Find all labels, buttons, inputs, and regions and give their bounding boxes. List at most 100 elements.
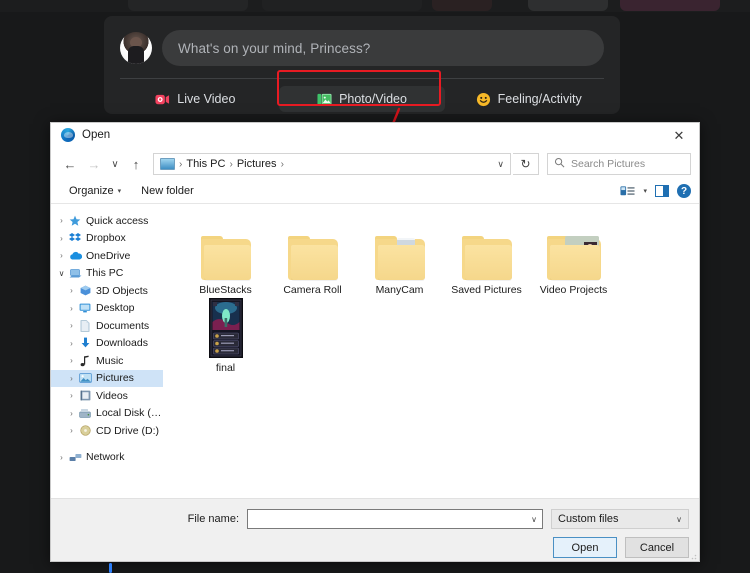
chevron-right-icon[interactable]: › [65, 321, 78, 330]
chevron-right-icon[interactable]: › [65, 356, 78, 365]
tree-item-3d-objects[interactable]: › 3D Objects [51, 282, 163, 300]
tree-item-label: Music [96, 354, 124, 367]
tree-item-label: This PC [86, 267, 124, 280]
search-icon [554, 157, 565, 171]
tree-item-label: Dropbox [86, 232, 126, 245]
open-file-dialog: Open ✕ ← → ∨ ↑ › This PC › Pictures › ∨ … [50, 122, 700, 562]
file-list-pane[interactable]: BlueStacks Camera Roll ManyCam Saved Pic… [164, 204, 699, 499]
chevron-right-icon[interactable]: › [65, 374, 78, 383]
folder-icon-with-preview [374, 218, 425, 280]
breadcrumb-item-this-pc[interactable]: This PC [186, 158, 225, 170]
avatar[interactable] [120, 32, 152, 64]
edge-browser-icon [61, 128, 75, 142]
chevron-right-icon[interactable]: › [65, 426, 78, 435]
forward-button[interactable]: → [83, 153, 105, 175]
help-label: ? [677, 184, 691, 198]
resize-grip[interactable] [687, 550, 697, 560]
tree-item-music[interactable]: › Music [51, 352, 163, 370]
file-item-saved-pictures[interactable]: Saved Pictures [443, 218, 530, 296]
live-video-button[interactable]: Live Video [112, 86, 279, 112]
onedrive-icon [68, 250, 82, 261]
chevron-down-icon[interactable]: ∨ [531, 515, 537, 524]
chevron-right-icon[interactable]: › [65, 286, 78, 295]
file-item-manycam[interactable]: ManyCam [356, 218, 443, 296]
help-icon[interactable]: ? [677, 184, 691, 198]
top-partial-card-2 [262, 0, 422, 11]
dialog-title-bar: Open ✕ [51, 123, 699, 149]
chevron-right-icon[interactable]: › [65, 409, 78, 418]
tree-item-videos[interactable]: › Videos [51, 387, 163, 405]
photo-video-label: Photo/Video [339, 92, 407, 106]
file-item-bluestacks[interactable]: BlueStacks [182, 218, 269, 296]
preview-pane-icon[interactable] [655, 185, 669, 197]
file-type-select[interactable]: Custom files ∨ [551, 509, 689, 529]
view-layout-icon[interactable] [620, 185, 636, 197]
chevron-right-icon[interactable]: › [55, 453, 68, 462]
toolbar-right-group: ▾ ? [620, 184, 691, 198]
chevron-down-icon: ∨ [676, 514, 682, 524]
close-icon[interactable]: ✕ [659, 123, 699, 149]
up-button[interactable]: ↑ [125, 153, 147, 175]
file-type-value: Custom files [558, 513, 619, 525]
file-item-video-projects[interactable]: Video Projects [530, 218, 617, 296]
file-name-input[interactable]: ∨ [247, 509, 543, 529]
breadcrumb[interactable]: › This PC › Pictures › ∨ [153, 153, 511, 175]
chevron-right-icon[interactable]: › [65, 339, 78, 348]
tree-item-label: Local Disk (C:) [96, 407, 163, 420]
search-input[interactable]: Search Pictures [547, 153, 691, 175]
star-icon [68, 215, 82, 227]
tree-item-dropbox[interactable]: › Dropbox [51, 230, 163, 248]
new-folder-button[interactable]: New folder [131, 181, 204, 201]
tree-item-label: OneDrive [86, 249, 131, 262]
composer-top-row: What's on your mind, Princess? [120, 28, 604, 68]
chevron-down-icon[interactable]: ▾ [643, 187, 647, 195]
chevron-right-icon[interactable]: › [55, 216, 68, 225]
breadcrumb-item-pictures[interactable]: Pictures [237, 158, 277, 170]
feeling-activity-icon [476, 92, 491, 107]
open-button[interactable]: Open [553, 537, 617, 558]
folder-icon-with-preview [546, 218, 601, 280]
top-partial-card-3 [432, 0, 492, 11]
tree-item-label: Downloads [96, 337, 148, 350]
file-item-camera-roll[interactable]: Camera Roll [269, 218, 356, 296]
back-button[interactable]: ← [59, 153, 81, 175]
tree-item-label: Desktop [96, 302, 135, 315]
cancel-button[interactable]: Cancel [625, 537, 689, 558]
file-label: Video Projects [539, 284, 608, 296]
navigation-pane[interactable]: › Quick access › Dropbox › OneDrive ∨ Th… [51, 204, 164, 499]
tree-item-quick-access[interactable]: › Quick access [51, 212, 163, 230]
file-label: ManyCam [375, 284, 424, 296]
cd-drive-icon [78, 425, 92, 436]
top-partial-card-1 [128, 0, 248, 11]
tree-item-documents[interactable]: › Documents [51, 317, 163, 335]
tree-item-desktop[interactable]: › Desktop [51, 300, 163, 318]
feeling-activity-button[interactable]: Feeling/Activity [445, 86, 612, 112]
feeling-activity-label: Feeling/Activity [497, 92, 582, 106]
tree-item-onedrive[interactable]: › OneDrive [51, 247, 163, 265]
live-video-icon [155, 92, 170, 107]
chevron-right-icon[interactable]: › [55, 251, 68, 260]
composer-input[interactable]: What's on your mind, Princess? [162, 30, 604, 66]
dialog-body: › Quick access › Dropbox › OneDrive ∨ Th… [51, 204, 699, 499]
tree-item-network[interactable]: › Network [51, 449, 163, 467]
recent-locations-button[interactable]: ∨ [107, 153, 123, 175]
chevron-right-icon[interactable]: › [65, 391, 78, 400]
chevron-right-icon[interactable]: › [65, 304, 78, 313]
refresh-button[interactable]: ↻ [513, 153, 539, 175]
dialog-command-bar: Organize ▾ New folder ▾ ? [51, 179, 699, 204]
top-partial-card-5 [620, 0, 720, 11]
dialog-button-row: Open Cancel [553, 537, 689, 558]
organize-button[interactable]: Organize ▾ [59, 181, 131, 201]
breadcrumb-separator: › [179, 158, 183, 170]
tree-item-label: 3D Objects [96, 284, 148, 297]
chevron-right-icon[interactable]: › [55, 234, 68, 243]
file-item-final[interactable]: final [182, 296, 269, 374]
tree-item-downloads[interactable]: › Downloads [51, 335, 163, 353]
tree-item-local-disk-c[interactable]: › Local Disk (C:) [51, 405, 163, 423]
chevron-down-icon[interactable]: ∨ [497, 159, 504, 170]
tree-item-cd-drive-d[interactable]: › CD Drive (D:) [51, 422, 163, 440]
tree-item-pictures[interactable]: › Pictures [51, 369, 163, 387]
tree-item-this-pc[interactable]: ∨ This PC [51, 265, 163, 283]
chevron-down-icon[interactable]: ∨ [55, 269, 68, 278]
photo-video-button[interactable]: Photo/Video [278, 86, 446, 112]
